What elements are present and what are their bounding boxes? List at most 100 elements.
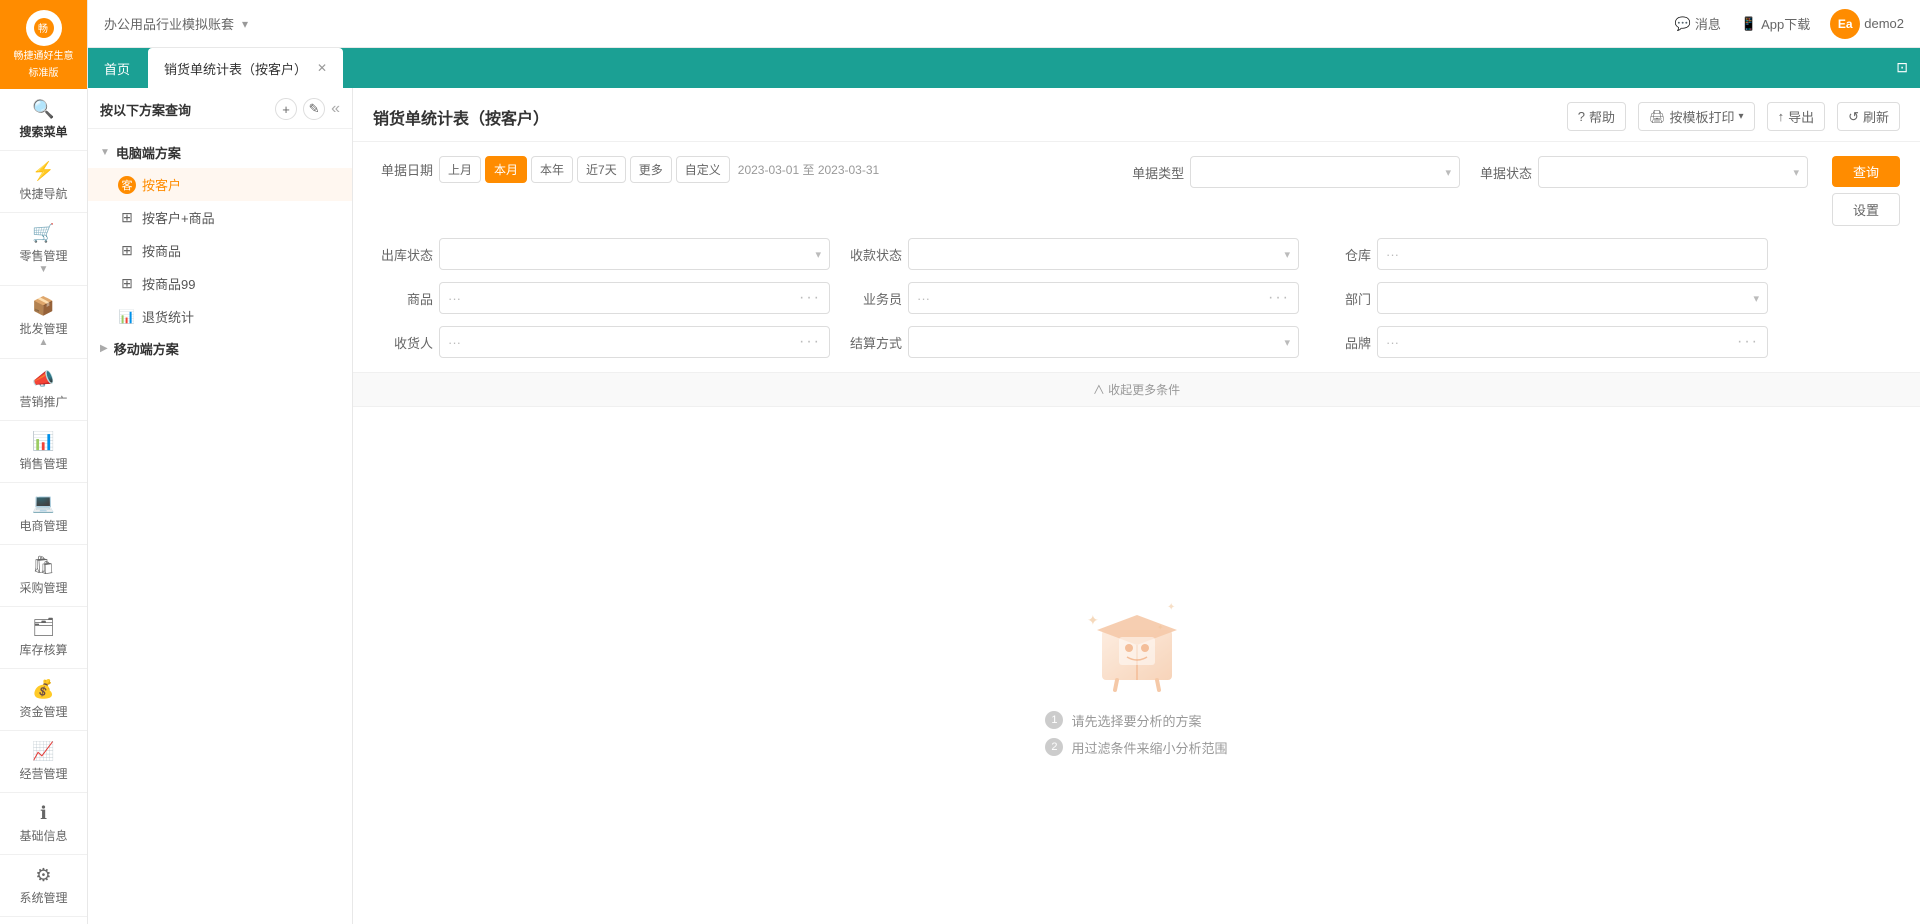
tree-item-by-customer[interactable]: 客 按客户 [88, 168, 352, 201]
receiver-placeholder: ··· [448, 335, 461, 350]
expand-icon: ▼ [39, 264, 49, 275]
app-download-label: App下载 [1761, 14, 1810, 33]
out-status-select[interactable]: ▾ [439, 238, 830, 270]
query-action-buttons: 查询 设置 [1832, 156, 1900, 226]
sidebar-item-purchase[interactable]: 🛍 采购管理 [0, 545, 87, 607]
help-icon: ? [1578, 109, 1585, 124]
dept-select[interactable]: ▾ [1377, 282, 1768, 314]
sidebar-item-inventory[interactable]: 🗂 库存核算 [0, 607, 87, 669]
date-btn-7days[interactable]: 近7天 [577, 156, 626, 183]
brand-select[interactable]: ··· ··· [1377, 326, 1768, 358]
date-btn-this-month[interactable]: 本月 [485, 156, 527, 183]
export-label: 导出 [1788, 107, 1814, 126]
sidebar-item-retail[interactable]: 🛒 零售管理 ▼ [0, 213, 87, 286]
warehouse-label: 仓库 [1311, 245, 1371, 264]
export-btn[interactable]: ↑ 导出 [1767, 102, 1826, 131]
chevron-down-icon: ▾ [1446, 166, 1452, 179]
operation-icon: 📈 [32, 741, 54, 762]
add-scheme-btn[interactable]: + [275, 98, 297, 120]
sidebar-item-label: 快捷导航 [19, 185, 67, 202]
export-icon: ↑ [1778, 109, 1785, 124]
help-btn[interactable]: ? 帮助 [1567, 102, 1626, 131]
download-icon: 📱 [1741, 16, 1757, 32]
tree-group-desktop-header[interactable]: ▼ 电脑端方案 [88, 137, 352, 168]
refresh-btn[interactable]: ↺ 刷新 [1837, 102, 1900, 131]
dropdown-icon[interactable]: ▾ [242, 17, 248, 31]
app-download-btn[interactable]: 📱 App下载 [1741, 14, 1810, 33]
receiver-select[interactable]: ··· ··· [439, 326, 830, 358]
user-profile[interactable]: Ea demo2 [1830, 9, 1904, 39]
empty-illustration: ✦ ✦ ✦ [1077, 575, 1197, 695]
tree-item-product-99[interactable]: ⊞ 按商品99 [88, 267, 352, 300]
doc-status-select[interactable]: ▾ [1538, 156, 1808, 188]
receiver-label: 收货人 [373, 333, 433, 352]
tree-item-customer-product[interactable]: ⊞ 按客户+商品 [88, 201, 352, 234]
print-btn[interactable]: 🖨 按模板打印 ▾ [1638, 102, 1755, 131]
wholesale-icon: 📦 [32, 296, 54, 317]
salesperson-select[interactable]: ··· ··· [908, 282, 1299, 314]
tab-home[interactable]: 首页 [88, 48, 146, 88]
collapse-filter-bar[interactable]: ∧ 收起更多条件 [353, 373, 1920, 407]
date-btn-this-year[interactable]: 本年 [531, 156, 573, 183]
sidebar-item-operation[interactable]: 📈 经营管理 [0, 731, 87, 793]
tree-item-label: 按客户+商品 [142, 208, 215, 227]
left-panel-title: 按以下方案查询 [100, 100, 191, 119]
expand-icon: ⊡ [1896, 59, 1908, 75]
tab-expand-btn[interactable]: ⊡ [1884, 59, 1920, 77]
chevron-down-icon2: ▾ [1793, 166, 1799, 179]
sidebar-item-label: 搜索菜单 [19, 123, 67, 140]
sidebar-item-search[interactable]: 🔍 搜索菜单 [0, 89, 87, 151]
tree-item-label: 按客户 [142, 175, 181, 194]
sidebar-item-label: 营销推广 [19, 393, 67, 410]
settings-button[interactable]: 设置 [1832, 193, 1900, 226]
date-btn-last-month[interactable]: 上月 [439, 156, 481, 183]
doc-type-select[interactable]: ▾ [1190, 156, 1460, 188]
sidebar-item-finance[interactable]: 💰 资金管理 [0, 669, 87, 731]
chevron-down-icon3: ▾ [815, 248, 821, 261]
tree-item-label: 退货统计 [142, 307, 194, 326]
collapse-panel-btn[interactable]: « [331, 100, 340, 118]
doc-status-label: 单据状态 [1472, 163, 1532, 182]
ecommerce-icon: 💻 [32, 493, 54, 514]
chevron-down-icon7: ▾ [1284, 336, 1290, 349]
table-icon3: ⊞ [118, 275, 136, 293]
tree-item-by-product[interactable]: ⊞ 按商品 [88, 234, 352, 267]
sidebar-item-label: 采购管理 [19, 579, 67, 596]
edit-scheme-btn[interactable]: ✎ [303, 98, 325, 120]
sidebar-item-label: 批发管理 [19, 320, 67, 337]
sidebar-item-label: 经营管理 [19, 765, 67, 782]
message-btn[interactable]: 💬 消息 [1675, 14, 1721, 33]
sidebar-item-label: 电商管理 [19, 517, 67, 534]
main-area: 办公用品行业模拟账套 ▾ 💬 消息 📱 App下载 Ea demo2 首页 [88, 0, 1920, 924]
sidebar-item-wholesale[interactable]: 📦 批发管理 ▲ [0, 286, 87, 359]
message-icon: 💬 [1675, 16, 1691, 32]
date-btn-custom[interactable]: 自定义 [676, 156, 730, 183]
warehouse-select[interactable]: ··· [1377, 238, 1768, 270]
sidebar-item-basic[interactable]: ℹ 基础信息 [0, 793, 87, 855]
tab-sales-stats[interactable]: 销货单统计表（按客户） ✕ [148, 48, 343, 88]
tree-item-return-stats[interactable]: 📊 退货统计 [88, 300, 352, 333]
date-btn-more[interactable]: 更多 [630, 156, 672, 183]
tree-group-mobile-header[interactable]: ▶ 移动端方案 [88, 333, 352, 364]
product-label: 商品 [373, 289, 433, 308]
tree-item-label: 按商品 [142, 241, 181, 260]
sidebar-item-marketing[interactable]: 📣 营销推广 [0, 359, 87, 421]
tab-close-btn[interactable]: ✕ [317, 61, 327, 75]
product-placeholder: ··· [448, 291, 461, 306]
sidebar-item-sales[interactable]: 📊 销售管理 [0, 421, 87, 483]
payment-status-select[interactable]: ▾ [908, 238, 1299, 270]
sidebar-item-system[interactable]: ⚙ 系统管理 [0, 855, 87, 917]
settlement-select[interactable]: ▾ [908, 326, 1299, 358]
product-select[interactable]: ··· ··· [439, 282, 830, 314]
collapse-label: ∧ 收起更多条件 [1093, 383, 1180, 397]
tab-home-label: 首页 [104, 59, 130, 78]
left-panel-actions: + ✎ « [275, 98, 340, 120]
collapse-triangle: ▶ [100, 343, 108, 354]
sidebar: 畅 畅捷通好生意 标准版 🔍 搜索菜单 ⚡ 快捷导航 🛒 零售管理 ▼ 📦 批发… [0, 0, 88, 924]
search-icon: 🔍 [32, 99, 54, 120]
tab-sales-stats-label: 销货单统计表（按客户） [164, 59, 307, 78]
sidebar-item-quick-nav[interactable]: ⚡ 快捷导航 [0, 151, 87, 213]
sidebar-item-collab[interactable]: 🤝 企业协同 [0, 917, 87, 924]
sidebar-item-ecommerce[interactable]: 💻 电商管理 [0, 483, 87, 545]
query-button[interactable]: 查询 [1832, 156, 1900, 187]
